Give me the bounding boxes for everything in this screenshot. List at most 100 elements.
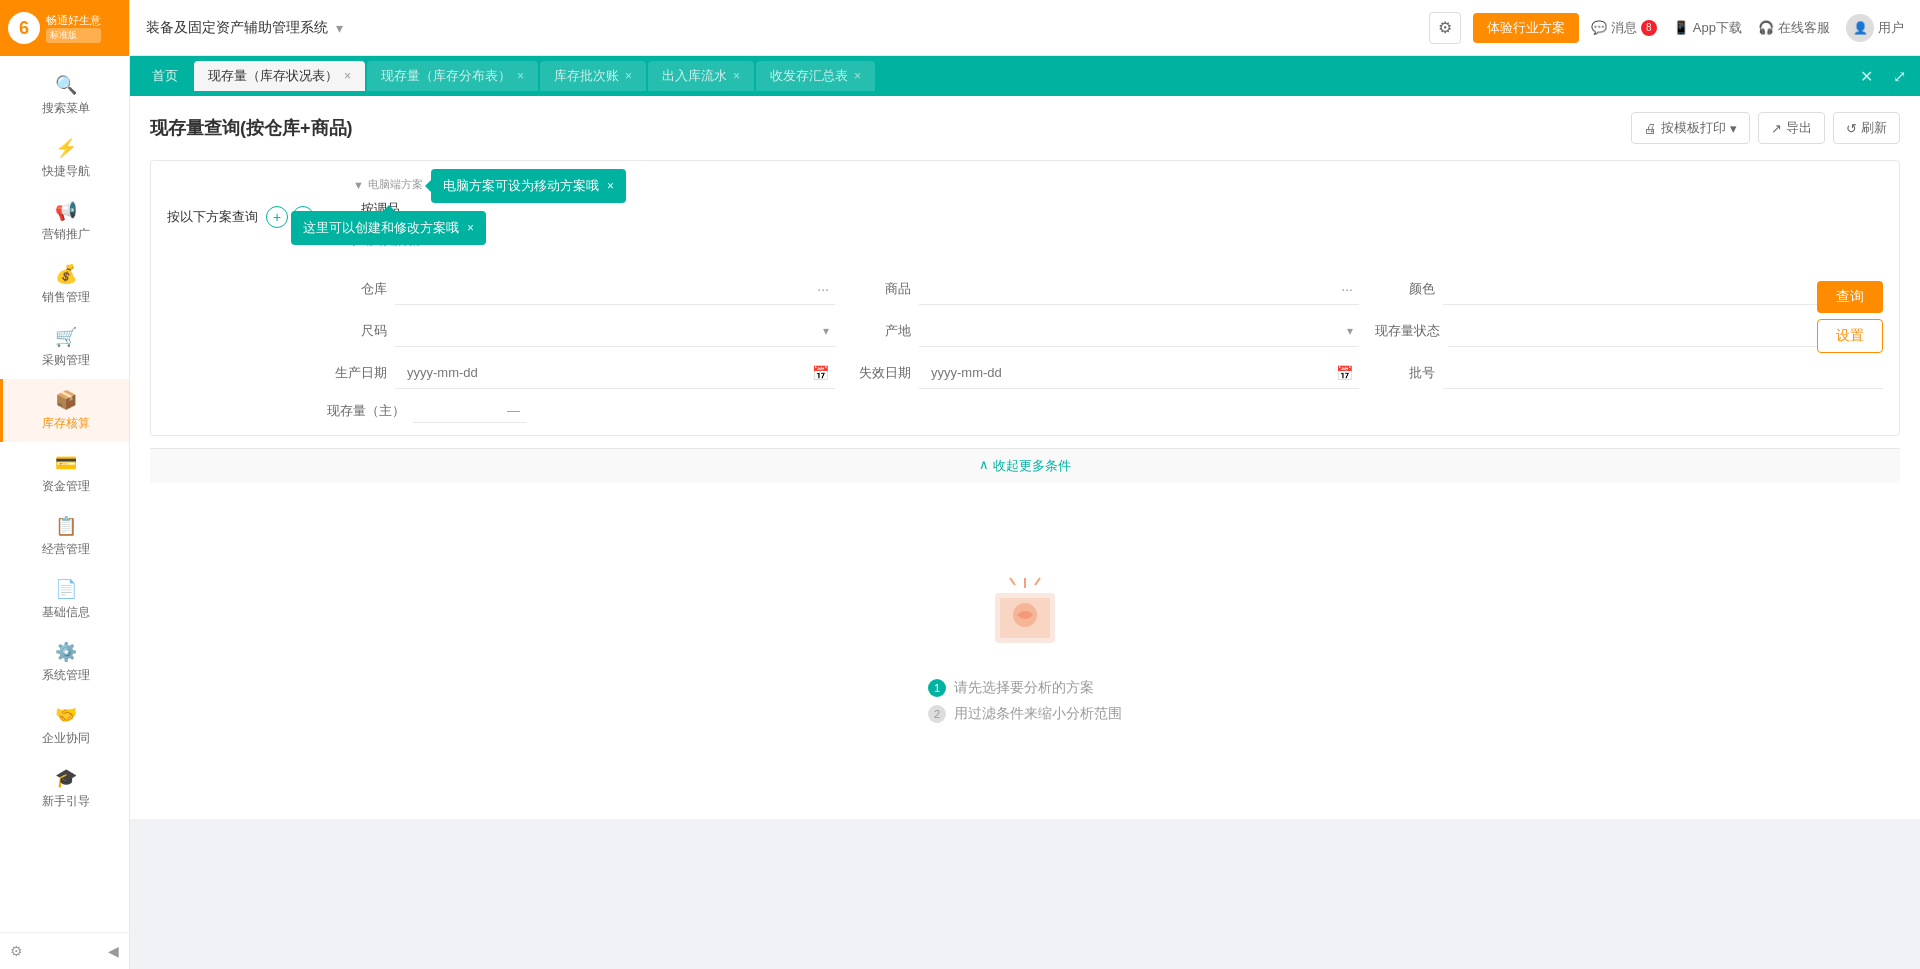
sidebar-item-finance[interactable]: 💳 资金管理 — [0, 442, 129, 505]
tab-label: 库存批次账 — [554, 67, 619, 85]
filter-batch: 批号 — [1375, 357, 1883, 389]
sidebar-item-system[interactable]: ⚙️ 系统管理 — [0, 631, 129, 694]
tab-close-icon[interactable]: × — [344, 69, 351, 83]
tab-label: 收发存汇总表 — [770, 67, 848, 85]
message-label: 消息 — [1611, 19, 1637, 37]
filter-color: 颜色 ▾ — [1375, 273, 1883, 305]
sidebar-item-guide[interactable]: 🎓 新手引导 — [0, 757, 129, 820]
expand-icon[interactable]: ⤢ — [1887, 65, 1912, 88]
message-action[interactable]: 💬 消息 8 — [1591, 19, 1657, 37]
step-text-1: 请先选择要分析的方案 — [954, 679, 1094, 697]
app-name: 畅通好生意 — [46, 13, 101, 28]
sidebar-item-nav[interactable]: ⚡ 快捷导航 — [0, 127, 129, 190]
sidebar-item-label: 企业协同 — [42, 730, 90, 747]
user-action[interactable]: 👤 用户 — [1846, 14, 1904, 42]
edit-tooltip-text: 这里可以创建和修改方案哦 — [303, 219, 459, 237]
tab-close-icon[interactable]: × — [517, 69, 524, 83]
warehouse-dots-icon[interactable]: ··· — [817, 281, 829, 297]
expire-date-input[interactable] — [925, 361, 1332, 384]
tab-home[interactable]: 首页 — [138, 61, 192, 91]
sidebar-item-collab[interactable]: 🤝 企业协同 — [0, 694, 129, 757]
tab-summary[interactable]: 收发存汇总表 × — [756, 61, 875, 91]
filter-expire-date: 失效日期 📅 — [851, 357, 1359, 389]
sidebar-item-inventory[interactable]: 📦 库存核算 — [0, 379, 129, 442]
filter-status: 现存量状态 ▾ — [1375, 315, 1883, 347]
color-input[interactable] — [1449, 277, 1867, 300]
user-label: 用户 — [1878, 19, 1904, 37]
sidebar-item-search[interactable]: 🔍 搜索菜单 — [0, 64, 129, 127]
tab-close-icon[interactable]: × — [733, 69, 740, 83]
sidebar-item-basic[interactable]: 📄 基础信息 — [0, 568, 129, 631]
tooltip-close-1[interactable]: × — [607, 179, 614, 193]
tab-close-icon[interactable]: × — [854, 69, 861, 83]
goods-input[interactable] — [925, 277, 1337, 300]
reset-button[interactable]: 设置 — [1817, 319, 1883, 353]
print-button[interactable]: 🖨 按模板打印 ▾ — [1631, 112, 1750, 144]
sidebar-item-label: 库存核算 — [42, 415, 90, 432]
expire-calendar-icon[interactable]: 📅 — [1336, 365, 1353, 381]
status-input[interactable] — [1454, 319, 1867, 342]
sidebar-item-label: 快捷导航 — [42, 163, 90, 180]
sidebar-item-label: 资金管理 — [42, 478, 90, 495]
refresh-icon: ↺ — [1846, 121, 1857, 136]
scheme-group-arrow[interactable]: ▼ — [353, 179, 364, 191]
sidebar-item-sales[interactable]: 💰 销售管理 — [0, 253, 129, 316]
collapse-label: 收起更多条件 — [993, 457, 1071, 475]
collab-icon: 🤝 — [55, 704, 77, 726]
tab-label: 出入库流水 — [662, 67, 727, 85]
tab-inventory-status[interactable]: 现存量（库存状况表） × — [194, 61, 365, 91]
origin-input[interactable] — [925, 319, 1343, 342]
empty-state: 1 请先选择要分析的方案 2 用过滤条件来缩小分析范围 — [150, 483, 1900, 803]
tab-close-icon[interactable]: × — [625, 69, 632, 83]
empty-steps: 1 请先选择要分析的方案 2 用过滤条件来缩小分析范围 — [928, 679, 1122, 723]
tab-batch[interactable]: 库存批次账 × — [540, 61, 646, 91]
app-download-action[interactable]: 📱 App下载 — [1673, 19, 1742, 37]
print-icon: 🖨 — [1644, 121, 1657, 136]
basic-icon: 📄 — [55, 578, 77, 600]
settings-button[interactable]: ⚙ — [1429, 12, 1461, 44]
tab-flow[interactable]: 出入库流水 × — [648, 61, 754, 91]
filter-row-1: 仓库 ··· 商品 ··· — [327, 273, 1883, 305]
settings-icon[interactable]: ⚙ — [10, 943, 23, 959]
online-support-action[interactable]: 🎧 在线客服 — [1758, 19, 1830, 37]
filter-row-3: 生产日期 📅 失效日期 📅 — [327, 357, 1883, 389]
finance-icon: 💳 — [55, 452, 77, 474]
quantity-from-input[interactable] — [419, 403, 499, 418]
logo-area: 6 畅通好生意 标准版 — [0, 0, 129, 56]
marketing-icon: 📢 — [55, 200, 77, 222]
refresh-button[interactable]: ↺ 刷新 — [1833, 112, 1900, 144]
warehouse-input[interactable] — [401, 277, 813, 300]
tab-inventory-dist[interactable]: 现存量（库存分布表） × — [367, 61, 538, 91]
sidebar-item-label: 销售管理 — [42, 289, 90, 306]
sidebar-item-marketing[interactable]: 📢 营销推广 — [0, 190, 129, 253]
collapse-bar[interactable]: ∧ 收起更多条件 — [150, 448, 1900, 483]
edit-tooltip-close[interactable]: × — [467, 221, 474, 235]
origin-arrow-icon[interactable]: ▾ — [1347, 324, 1353, 338]
sidebar-item-label: 基础信息 — [42, 604, 90, 621]
produce-calendar-icon[interactable]: 📅 — [812, 365, 829, 381]
goods-dots-icon[interactable]: ··· — [1341, 281, 1353, 297]
sidebar-item-purchase[interactable]: 🛒 采购管理 — [0, 316, 129, 379]
search-button[interactable]: 查询 — [1817, 281, 1883, 313]
filter-size: 尺码 ▾ — [327, 315, 835, 347]
size-arrow-icon[interactable]: ▾ — [823, 324, 829, 338]
app-badge: 标准版 — [46, 28, 101, 43]
industry-button[interactable]: 体验行业方案 — [1473, 13, 1579, 43]
step-num-2: 2 — [928, 705, 946, 723]
step-num-1: 1 — [928, 679, 946, 697]
empty-step-1: 1 请先选择要分析的方案 — [928, 679, 1122, 697]
size-input[interactable] — [401, 319, 819, 342]
batch-input[interactable] — [1449, 361, 1877, 384]
sidebar-item-management[interactable]: 📋 经营管理 — [0, 505, 129, 568]
nav-icon: ⚡ — [55, 137, 77, 159]
filter-add-button[interactable]: + — [266, 206, 288, 228]
collapse-sidebar-icon[interactable]: ◀ — [108, 943, 119, 959]
sidebar-item-label: 营销推广 — [42, 226, 90, 243]
sidebar-item-label: 系统管理 — [42, 667, 90, 684]
header-right: 💬 消息 8 📱 App下载 🎧 在线客服 👤 用户 — [1591, 14, 1904, 42]
export-button[interactable]: ↗ 导出 — [1758, 112, 1825, 144]
tab-label: 现存量（库存分布表） — [381, 67, 511, 85]
produce-date-input[interactable] — [401, 361, 808, 384]
message-icon: 💬 — [1591, 20, 1607, 35]
close-all-icon[interactable]: ✕ — [1854, 65, 1879, 88]
